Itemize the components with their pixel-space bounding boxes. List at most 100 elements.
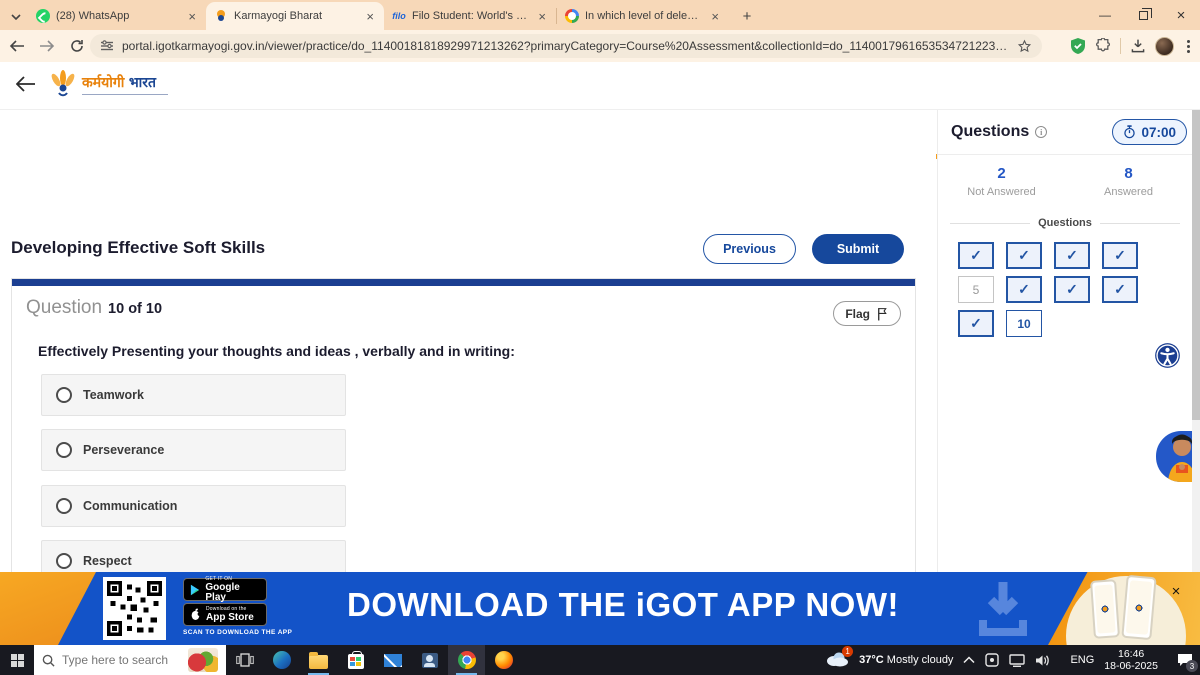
google-play-badge[interactable]: GET IT ON Google Play bbox=[183, 576, 267, 602]
notification-center[interactable]: 3 bbox=[1170, 645, 1200, 675]
network-icon[interactable] bbox=[1009, 653, 1026, 667]
volume-icon[interactable] bbox=[1035, 654, 1050, 667]
tab-search-chevron-icon[interactable] bbox=[4, 4, 28, 30]
apple-icon bbox=[191, 608, 201, 620]
flag-button[interactable]: Flag bbox=[833, 301, 901, 326]
question-cell-9[interactable] bbox=[958, 310, 994, 337]
tab-whatsapp[interactable]: (28) WhatsApp × bbox=[28, 2, 206, 30]
accessibility-button[interactable] bbox=[1154, 342, 1181, 369]
karmayogi-logo-icon bbox=[51, 70, 75, 97]
tab-google-search[interactable]: In which level of delegation do × bbox=[557, 2, 729, 30]
appstore-badge-top-text: Download on the bbox=[206, 605, 247, 612]
scrollbar-thumb[interactable] bbox=[1192, 110, 1200, 420]
whatsapp-favicon-icon bbox=[36, 9, 50, 23]
tray-app-icon[interactable] bbox=[985, 653, 1000, 667]
question-cell-1[interactable] bbox=[958, 242, 994, 269]
tab-close-icon[interactable]: × bbox=[709, 9, 721, 24]
question-cell-8[interactable] bbox=[1102, 276, 1138, 303]
previous-button[interactable]: Previous bbox=[703, 234, 796, 264]
minimize-button[interactable]: — bbox=[1086, 0, 1124, 30]
question-cell-2[interactable] bbox=[1006, 242, 1042, 269]
taskbar-search[interactable] bbox=[34, 645, 226, 675]
adblock-shield-icon[interactable] bbox=[1070, 37, 1086, 55]
forward-nav-icon[interactable] bbox=[34, 33, 60, 59]
app-store-badge[interactable]: Download on the App Store bbox=[183, 603, 267, 626]
weather-status[interactable]: 37°C Mostly cloudy bbox=[859, 654, 953, 666]
taskbar-clock[interactable]: 16:46 18-06-2025 bbox=[1104, 648, 1158, 672]
question-card: Question 10 of 10 Flag Effectively Presen… bbox=[11, 278, 916, 615]
question-cell-4[interactable] bbox=[1102, 242, 1138, 269]
option-label: Teamwork bbox=[83, 388, 144, 402]
sidebar-info-icon[interactable] bbox=[1035, 126, 1048, 138]
profile-avatar[interactable] bbox=[1155, 36, 1174, 56]
page-back-arrow-icon[interactable] bbox=[15, 76, 36, 97]
edge-icon[interactable] bbox=[263, 645, 300, 675]
bookmark-star-icon[interactable] bbox=[1017, 39, 1032, 54]
people-app-icon[interactable] bbox=[411, 645, 448, 675]
not-answered-block: 2 Not Answered bbox=[938, 165, 1065, 198]
karmayogi-favicon-icon bbox=[214, 9, 228, 23]
option-communication[interactable]: Communication bbox=[41, 485, 346, 527]
answered-count: 8 bbox=[1124, 165, 1133, 182]
radio-icon[interactable] bbox=[56, 387, 72, 403]
tab-close-icon[interactable]: × bbox=[536, 9, 548, 24]
submit-button[interactable]: Submit bbox=[812, 234, 904, 264]
firefox-icon[interactable] bbox=[485, 645, 522, 675]
tab-title: Filo Student: World's Only Live bbox=[412, 10, 531, 22]
banner-close-icon[interactable] bbox=[1168, 584, 1184, 600]
browser-tabstrip: (28) WhatsApp × Karmayogi Bharat × filo … bbox=[0, 0, 1200, 30]
new-tab-button[interactable]: + bbox=[735, 4, 759, 28]
microsoft-store-icon[interactable] bbox=[337, 645, 374, 675]
site-info-icon[interactable] bbox=[100, 40, 114, 52]
extensions-puzzle-icon[interactable] bbox=[1095, 38, 1111, 54]
restore-button[interactable] bbox=[1124, 0, 1162, 30]
file-explorer-icon[interactable] bbox=[300, 645, 337, 675]
tab-title: In which level of delegation do bbox=[585, 10, 703, 22]
page-scrollbar[interactable] bbox=[1192, 110, 1200, 572]
close-window-button[interactable]: × bbox=[1162, 0, 1200, 30]
tab-filo[interactable]: filo Filo Student: World's Only Live × bbox=[384, 2, 556, 30]
mail-icon[interactable] bbox=[374, 645, 411, 675]
radio-icon[interactable] bbox=[56, 442, 72, 458]
tab-close-icon[interactable]: × bbox=[186, 9, 198, 24]
downloads-icon[interactable] bbox=[1130, 38, 1146, 54]
question-cell-6[interactable] bbox=[1006, 276, 1042, 303]
start-button[interactable] bbox=[0, 645, 34, 675]
radio-icon[interactable] bbox=[56, 553, 72, 569]
question-grid-caption: Questions bbox=[950, 217, 1181, 229]
tab-title: (28) WhatsApp bbox=[56, 10, 130, 22]
hidden-icons-chevron[interactable] bbox=[963, 656, 975, 664]
tab-close-icon[interactable]: × bbox=[364, 9, 376, 24]
answer-counts: 2 Not Answered 8 Answered bbox=[938, 165, 1192, 198]
time: 16:46 bbox=[1118, 648, 1145, 660]
toolbar-extensions-area bbox=[1070, 33, 1194, 59]
toolbar-separator bbox=[1120, 38, 1121, 54]
banner-download-icon bbox=[977, 580, 1029, 641]
option-perseverance[interactable]: Perseverance bbox=[41, 429, 346, 471]
appstore-badge-text: App Store bbox=[206, 611, 254, 623]
phone-mockup-1 bbox=[1090, 579, 1120, 639]
task-view-icon[interactable] bbox=[226, 645, 263, 675]
question-cell-10[interactable]: 10 bbox=[1006, 310, 1042, 337]
tab-karmayogi-active[interactable]: Karmayogi Bharat × bbox=[206, 2, 384, 30]
radio-icon[interactable] bbox=[56, 498, 72, 514]
question-cell-5[interactable]: 5 bbox=[958, 276, 994, 303]
weather-icon[interactable]: 1 bbox=[825, 646, 854, 671]
back-nav-icon[interactable] bbox=[4, 33, 30, 59]
option-label: Respect bbox=[83, 554, 132, 568]
flag-label: Flag bbox=[845, 306, 870, 321]
karmayogi-logo-text: कर्मयोगी भारत bbox=[82, 73, 168, 97]
screen: (28) WhatsApp × Karmayogi Bharat × filo … bbox=[0, 0, 1200, 675]
option-teamwork[interactable]: Teamwork bbox=[41, 374, 346, 416]
chrome-icon[interactable] bbox=[448, 645, 485, 675]
question-header: Question 10 of 10 bbox=[26, 297, 162, 319]
url-text[interactable]: portal.igotkarmayogi.gov.in/viewer/pract… bbox=[122, 39, 1009, 53]
chrome-menu-icon[interactable] bbox=[1183, 39, 1194, 53]
search-daily-image[interactable] bbox=[188, 648, 218, 672]
url-bar[interactable]: portal.igotkarmayogi.gov.in/viewer/pract… bbox=[90, 34, 1042, 58]
question-cell-3[interactable] bbox=[1054, 242, 1090, 269]
question-cell-7[interactable] bbox=[1054, 276, 1090, 303]
search-input[interactable] bbox=[62, 653, 181, 667]
language-indicator[interactable]: ENG bbox=[1070, 654, 1094, 666]
reload-icon[interactable] bbox=[64, 33, 90, 59]
